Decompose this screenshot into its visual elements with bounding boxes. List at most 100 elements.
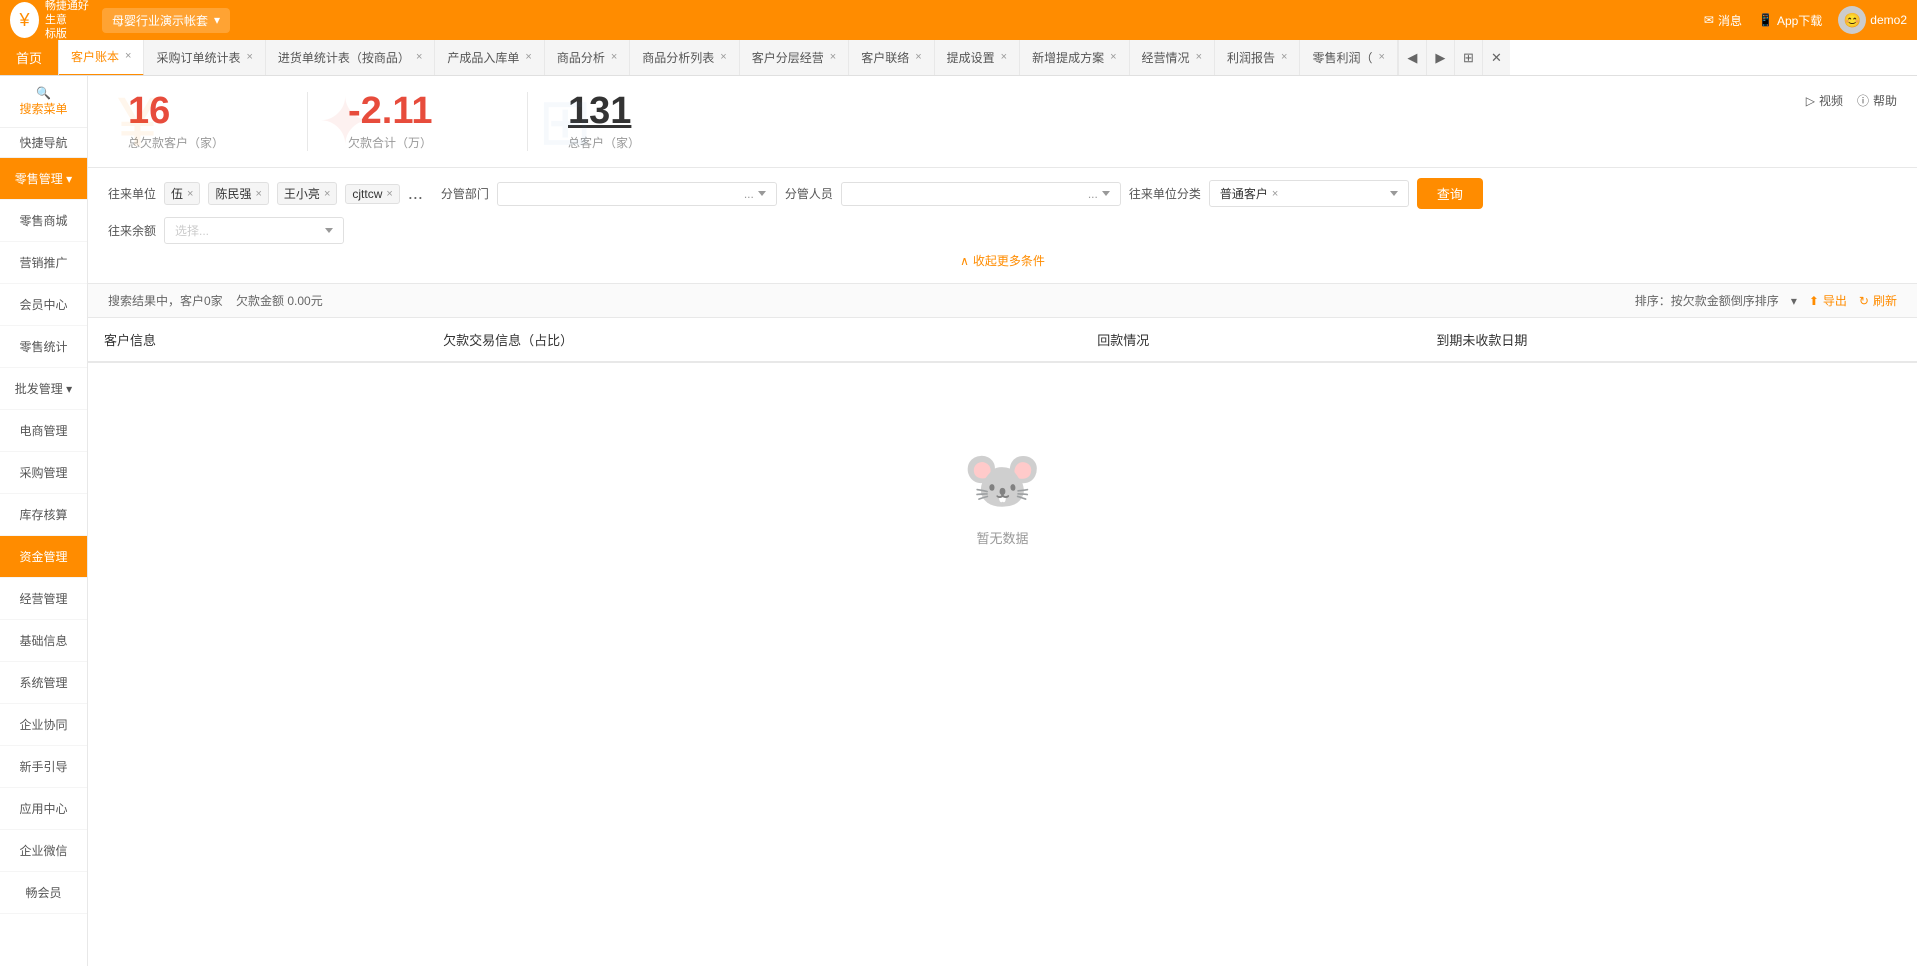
tab-close-icon[interactable]: × — [1378, 52, 1384, 63]
user-avatar[interactable]: 😊 demo2 — [1838, 6, 1907, 34]
tab-close-icon[interactable]: × — [830, 52, 836, 63]
balance-placeholder: 选择... — [175, 222, 321, 239]
sidebar-item-retail[interactable]: 零售管理 ▾ — [0, 158, 87, 200]
sidebar-item-label: 零售管理 — [15, 172, 63, 186]
tab-close-icon[interactable]: × — [246, 52, 252, 63]
sidebar-item-wholesale[interactable]: 批发管理 ▾ — [0, 368, 87, 410]
tab-close-icon[interactable]: × — [915, 52, 921, 63]
collapse-button[interactable]: ∧ 收起更多条件 — [960, 252, 1045, 269]
table-area: 客户信息 欠款交易信息（占比） 回款情况 到期未收款日期 🐭 暂无数据 — [88, 318, 1917, 966]
tab-purchase-order[interactable]: 采购订单统计表 × — [144, 40, 265, 76]
tab-commission-setting[interactable]: 提成设置 × — [935, 40, 1020, 76]
unit-filter-label: 往来单位 — [108, 185, 156, 202]
sidebar-item-retail-stat[interactable]: 零售统计 — [0, 326, 87, 368]
empty-icon: 🐭 — [963, 443, 1043, 518]
sidebar-item-member[interactable]: 会员中心 — [0, 284, 87, 326]
tag-close-icon[interactable]: × — [386, 188, 392, 200]
empty-row: 🐭 暂无数据 — [88, 362, 1917, 627]
dept-select[interactable]: ... — [497, 182, 777, 206]
balance-arrow-icon — [325, 228, 333, 233]
sidebar-item-guide[interactable]: 新手引导 — [0, 746, 87, 788]
help-label: 帮助 — [1873, 92, 1897, 109]
tab-product-analysis[interactable]: 商品分析 × — [545, 40, 630, 76]
tab-profit-report[interactable]: 利润报告 × — [1215, 40, 1300, 76]
tab-expand-button[interactable]: ⊞ — [1454, 40, 1482, 76]
tab-close-icon[interactable]: × — [125, 51, 131, 62]
sidebar-quick-nav[interactable]: 快捷导航 — [0, 128, 87, 158]
tab-label: 提成设置 — [947, 49, 995, 66]
sidebar-item-label: 批发管理 — [15, 382, 63, 396]
sidebar-item-member2[interactable]: 畅会员 — [0, 872, 87, 914]
sidebar-item-inventory[interactable]: 库存核算 — [0, 494, 87, 536]
sidebar-item-label: 零售商城 — [19, 214, 67, 228]
chevron-down-icon: ▾ — [66, 172, 72, 186]
tab-close-icon[interactable]: × — [1110, 52, 1116, 63]
tab-prev-button[interactable]: ◀ — [1398, 40, 1426, 76]
stat1-bg-icon: ¥ — [118, 82, 157, 162]
tab-label: 商品分析列表 — [642, 49, 714, 66]
category-select[interactable]: 普通客户 × — [1209, 180, 1409, 207]
tab-label: 新增提成方案 — [1032, 49, 1104, 66]
refresh-button[interactable]: ↻ 刷新 — [1859, 292, 1897, 309]
app-download-label: App下载 — [1777, 12, 1822, 29]
tab-home[interactable]: 首页 — [0, 40, 59, 76]
category-arrow-icon — [1390, 191, 1398, 196]
filter-tag-wang: 王小亮 × — [277, 182, 337, 205]
filter-more-button[interactable]: ... — [408, 183, 423, 204]
search-label: 搜索菜单 — [19, 102, 67, 116]
tab-new-commission[interactable]: 新增提成方案 × — [1020, 40, 1129, 76]
tab-product-analysis-list[interactable]: 商品分析列表 × — [630, 40, 739, 76]
sidebar-item-marketing[interactable]: 营销推广 — [0, 242, 87, 284]
export-button[interactable]: ⬆ 导出 — [1809, 292, 1847, 309]
tab-close-icon[interactable]: × — [1001, 52, 1007, 63]
sidebar-item-label: 会员中心 — [19, 298, 67, 312]
video-button[interactable]: ▷ 视频 — [1806, 92, 1843, 109]
export-label: 导出 — [1823, 292, 1847, 309]
tab-customer-account[interactable]: 客户账本 × — [59, 40, 144, 76]
tag-close-icon[interactable]: × — [255, 188, 261, 200]
tag-label: 王小亮 — [284, 185, 320, 202]
username-label: demo2 — [1870, 13, 1907, 27]
person-select[interactable]: ... — [841, 182, 1121, 206]
tag-close-icon[interactable]: × — [187, 188, 193, 200]
workspace-selector[interactable]: 母婴行业演示帐套 ▾ — [102, 8, 230, 33]
tag-close-icon[interactable]: × — [324, 188, 330, 200]
sidebar-item-ecommerce[interactable]: 电商管理 — [0, 410, 87, 452]
tab-close-icon[interactable]: × — [1281, 52, 1287, 63]
tab-label: 客户分层经营 — [752, 49, 824, 66]
query-button[interactable]: 查询 — [1417, 178, 1483, 209]
sidebar-item-basic-info[interactable]: 基础信息 — [0, 620, 87, 662]
chevron-down-icon: ▾ — [66, 382, 72, 396]
tab-retail-profit[interactable]: 零售利润（ × — [1300, 40, 1397, 76]
tab-close-icon[interactable]: × — [611, 52, 617, 63]
sidebar-item-purchase[interactable]: 采购管理 — [0, 452, 87, 494]
tab-close-icon[interactable]: × — [416, 52, 422, 63]
tab-customer-layer[interactable]: 客户分层经营 × — [740, 40, 849, 76]
app-download-button[interactable]: 📱 App下载 — [1758, 12, 1822, 29]
sidebar-item-app-center[interactable]: 应用中心 — [0, 788, 87, 830]
tab-product-in[interactable]: 产成品入库单 × — [435, 40, 544, 76]
tab-customer-contact[interactable]: 客户联络 × — [849, 40, 934, 76]
message-button[interactable]: ✉ 消息 — [1704, 12, 1742, 29]
sidebar-search[interactable]: 🔍 搜索菜单 — [0, 76, 87, 128]
help-button[interactable]: ⓘ 帮助 — [1857, 92, 1897, 109]
tab-close-icon[interactable]: × — [720, 52, 726, 63]
sidebar-item-operation[interactable]: 经营管理 — [0, 578, 87, 620]
sidebar-item-enterprise[interactable]: 企业协同 — [0, 704, 87, 746]
tab-next-button[interactable]: ▶ — [1426, 40, 1454, 76]
tab-close-icon[interactable]: × — [1196, 52, 1202, 63]
stat2-bg-icon: ✦ — [318, 84, 372, 160]
tab-close-all-button[interactable]: ✕ — [1482, 40, 1510, 76]
tag-label: 陈民强 — [215, 185, 251, 202]
balance-select[interactable]: 选择... — [164, 217, 344, 244]
tab-close-icon[interactable]: × — [525, 52, 531, 63]
sidebar-item-system[interactable]: 系统管理 — [0, 662, 87, 704]
tag-close-icon[interactable]: × — [1272, 188, 1278, 200]
sidebar-item-finance[interactable]: 资金管理 — [0, 536, 87, 578]
tab-operation[interactable]: 经营情况 × — [1130, 40, 1215, 76]
empty-state: 🐭 暂无数据 — [88, 363, 1917, 627]
result-bar: 搜索结果中，客户0家 欠款金额 0.00元 排序：按欠款金额倒序排序 ▾ ⬆ 导… — [88, 284, 1917, 318]
tab-purchase-stat[interactable]: 进货单统计表（按商品） × — [266, 40, 435, 76]
sidebar-item-wechat[interactable]: 企业微信 — [0, 830, 87, 872]
sidebar-item-retail-mall[interactable]: 零售商城 — [0, 200, 87, 242]
